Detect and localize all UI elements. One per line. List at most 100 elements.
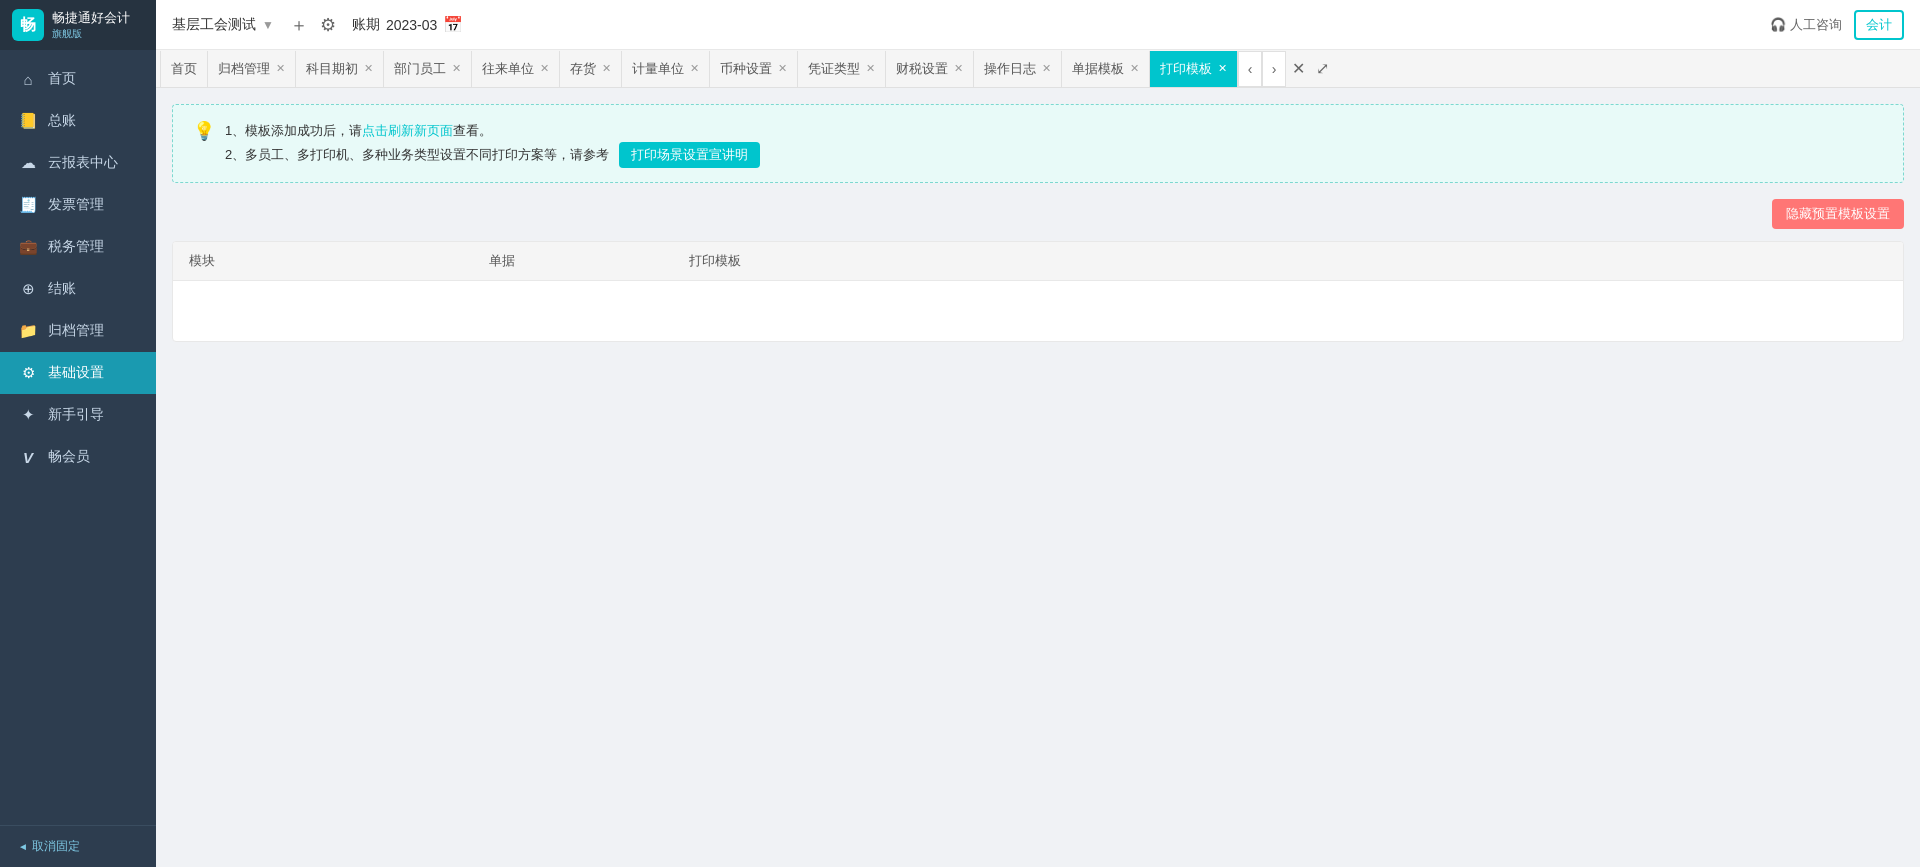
sidebar-item-label: 归档管理 [48,322,104,340]
kuaiji-button[interactable]: 会计 [1854,10,1904,40]
sidebar-item-label: 总账 [48,112,76,130]
sidebar-item-settings[interactable]: ⚙ 基础设置 [0,352,156,394]
support-label: 人工咨询 [1790,16,1842,34]
sidebar-item-archive[interactable]: 📁 归档管理 [0,310,156,352]
tab-unit[interactable]: 计量单位 ✕ [622,51,710,87]
logo-title: 畅捷通好会计 [52,10,130,27]
print-template-table: 模块 单据 打印模板 [172,241,1904,342]
member-icon: V [18,447,38,467]
logo-icon: 畅 [12,9,44,41]
tab-close-all-button[interactable]: ✕ [1286,51,1310,87]
home-icon: ⌂ [18,69,38,89]
tab-close-icon[interactable]: ✕ [778,62,787,75]
tab-label: 打印模板 [1160,60,1212,78]
add-tab-button[interactable]: ＋ [290,13,308,37]
sidebar: 畅 畅捷通好会计 旗舰版 ⌂ 首页 📒 总账 ☁ 云报表中心 🧾 发票管理 💼 … [0,0,156,867]
topbar-actions: ＋ ⚙ [290,13,336,37]
sidebar-item-home[interactable]: ⌂ 首页 [0,58,156,100]
tab-label: 单据模板 [1072,60,1124,78]
sidebar-logo: 畅 畅捷通好会计 旗舰版 [0,0,156,50]
tab-label: 往来单位 [482,60,534,78]
calendar-icon[interactable]: 📅 [443,15,463,34]
org-dropdown-icon: ▼ [262,18,274,32]
tab-expand-button[interactable]: ⤢ [1310,51,1334,87]
sidebar-item-closing[interactable]: ⊕ 结账 [0,268,156,310]
tab-close-icon[interactable]: ✕ [602,62,611,75]
tab-label: 凭证类型 [808,60,860,78]
sidebar-item-tax[interactable]: 💼 税务管理 [0,226,156,268]
notice-line2: 2、多员工、多打印机、多种业务类型设置不同打印方案等，请参考 打印场景设置宣讲明 [225,142,1883,168]
tab-close-icon[interactable]: ✕ [866,62,875,75]
tab-label: 科目期初 [306,60,358,78]
tab-archive[interactable]: 归档管理 ✕ [208,51,296,87]
settings-button[interactable]: ⚙ [320,14,336,36]
org-selector[interactable]: 基层工会测试 ▼ [172,16,274,34]
template-btn-row: 隐藏预置模板设置 [172,199,1904,229]
ledger-icon: 📒 [18,111,38,131]
tab-next-button[interactable]: › [1262,51,1286,87]
table-col-module: 模块 [173,242,473,280]
cancel-pin-button[interactable]: ◄ 取消固定 [0,825,156,867]
tab-close-icon[interactable]: ✕ [452,62,461,75]
notice-box: 💡 1、模板添加成功后，请点击刷新新页面查看。 2、多员工、多打印机、多种业务类… [172,104,1904,183]
notice-bulb-icon: 💡 [193,120,215,142]
tab-prev-button[interactable]: ‹ [1238,51,1262,87]
tab-voucher-type[interactable]: 凭证类型 ✕ [798,51,886,87]
sidebar-item-label: 新手引导 [48,406,104,424]
tab-home[interactable]: 首页 [160,51,208,87]
tab-print-template[interactable]: 打印模板 ✕ [1150,51,1238,87]
print-scene-button[interactable]: 打印场景设置宣讲明 [619,142,760,168]
sidebar-item-label: 首页 [48,70,76,88]
sidebar-item-label: 税务管理 [48,238,104,256]
cloud-icon: ☁ [18,153,38,173]
sidebar-item-label: 基础设置 [48,364,104,382]
tab-label: 首页 [171,60,197,78]
guide-icon: ✦ [18,405,38,425]
period-label: 账期 [352,16,380,34]
tab-close-icon[interactable]: ✕ [1042,62,1051,75]
sidebar-item-member[interactable]: V 畅会员 [0,436,156,478]
table-col-template: 打印模板 [673,242,1903,280]
tab-close-icon[interactable]: ✕ [1130,62,1139,75]
sidebar-item-label: 结账 [48,280,76,298]
tab-single-template[interactable]: 单据模板 ✕ [1062,51,1150,87]
main-area: 基层工会测试 ▼ ＋ ⚙ 账期 2023-03 📅 🎧 人工咨询 会计 首页 归… [156,0,1920,867]
tab-close-icon[interactable]: ✕ [276,62,285,75]
tab-label: 部门员工 [394,60,446,78]
tab-currency[interactable]: 币种设置 ✕ [710,51,798,87]
tab-close-icon[interactable]: ✕ [690,62,699,75]
invoice-icon: 🧾 [18,195,38,215]
tab-inventory[interactable]: 存货 ✕ [560,51,622,87]
pin-arrow-icon: ◄ [18,841,28,852]
tab-label: 归档管理 [218,60,270,78]
table-col-document: 单据 [473,242,673,280]
tab-department[interactable]: 部门员工 ✕ [384,51,472,87]
notice-content: 1、模板添加成功后，请点击刷新新页面查看。 2、多员工、多打印机、多种业务类型设… [225,119,1883,168]
sidebar-item-ledger[interactable]: 📒 总账 [0,100,156,142]
sidebar-item-reports[interactable]: ☁ 云报表中心 [0,142,156,184]
hide-template-button[interactable]: 隐藏预置模板设置 [1772,199,1904,229]
table-body [173,281,1903,341]
sidebar-item-invoice[interactable]: 🧾 发票管理 [0,184,156,226]
content-area: 💡 1、模板添加成功后，请点击刷新新页面查看。 2、多员工、多打印机、多种业务类… [156,88,1920,867]
tab-account-period[interactable]: 科目期初 ✕ [296,51,384,87]
tab-supplier[interactable]: 往来单位 ✕ [472,51,560,87]
tab-label: 操作日志 [984,60,1036,78]
period-display: 账期 2023-03 📅 [352,15,463,34]
sidebar-nav: ⌂ 首页 📒 总账 ☁ 云报表中心 🧾 发票管理 💼 税务管理 ⊕ 结账 📁 归… [0,50,156,825]
tab-close-icon[interactable]: ✕ [540,62,549,75]
tab-operation-log[interactable]: 操作日志 ✕ [974,51,1062,87]
tab-close-icon[interactable]: ✕ [954,62,963,75]
table-header: 模块 单据 打印模板 [173,242,1903,281]
tab-close-icon[interactable]: ✕ [1218,62,1227,75]
sidebar-item-label: 畅会员 [48,448,90,466]
notice-refresh-link[interactable]: 点击刷新新页面 [362,123,453,138]
tab-tax-settings[interactable]: 财税设置 ✕ [886,51,974,87]
tab-label: 财税设置 [896,60,948,78]
notice-line1: 1、模板添加成功后，请点击刷新新页面查看。 [225,119,1883,142]
sidebar-item-guide[interactable]: ✦ 新手引导 [0,394,156,436]
tab-close-icon[interactable]: ✕ [364,62,373,75]
support-button[interactable]: 🎧 人工咨询 [1770,16,1842,34]
sidebar-item-label: 云报表中心 [48,154,118,172]
period-value: 2023-03 [386,17,437,33]
